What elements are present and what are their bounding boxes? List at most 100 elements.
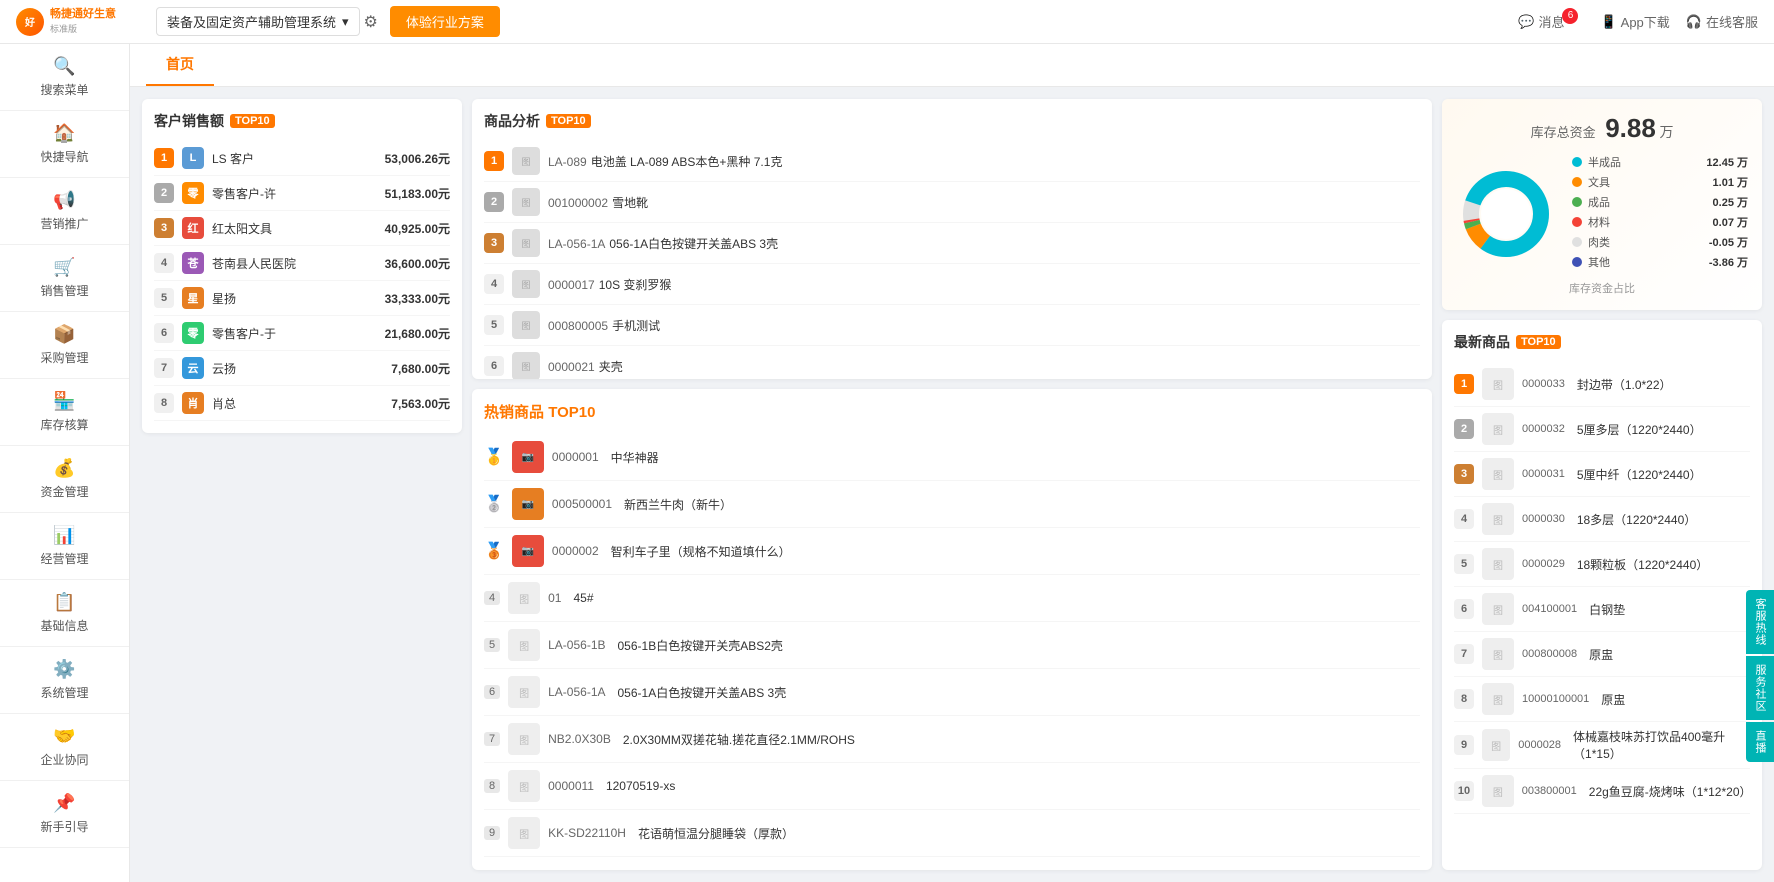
product-thumb: 图 [512, 352, 540, 379]
online-service-button[interactable]: 🎧 在线客服 [1686, 12, 1758, 31]
product-code: 0000011 [548, 779, 594, 793]
left-panel: 客户销售额 TOP10 1 L LS 客户 53,006.26元 2 零 零售客… [142, 99, 462, 870]
sidebar-label-finance: 资金管理 [40, 483, 88, 500]
product-name: 封边带（1.0*22） [1577, 376, 1672, 393]
customer-ranking-title: 客户销售额 TOP10 [154, 111, 450, 131]
product-placeholder: 图 [508, 582, 540, 614]
rank-number: 8 [1454, 689, 1474, 709]
legend-item: 半成品 12.45 万 [1572, 154, 1748, 170]
rank-number: 1 [1454, 374, 1474, 394]
product-name: 056-1B白色按键开关壳ABS2壳 [618, 637, 1421, 654]
product-name: 原盅 [1589, 646, 1613, 663]
sidebar-label-purchase: 采购管理 [40, 349, 88, 366]
chevron-down-icon: ▾ [342, 14, 349, 30]
legend-label: 成品 [1588, 194, 1707, 210]
sidebar-item-sales[interactable]: 🛒销售管理 [0, 245, 129, 312]
donut-row: 半成品 12.45 万 文具 1.01 万 成品 0.25 万 材料 0.07 … [1456, 154, 1748, 274]
message-badge: 6 [1562, 8, 1578, 24]
experience-button[interactable]: 体验行业方案 [390, 6, 500, 37]
top-right-area: 💬 消息 6 📱 App下载 🎧 在线客服 [1518, 12, 1758, 31]
customer-rank-item: 8 肖 肖总 7,563.00元 [154, 386, 450, 421]
sidebar-item-guide[interactable]: 📌新手引导 [0, 781, 129, 848]
sidebar-icon-base: 📋 [53, 592, 75, 613]
product-name: 2.0X30MM双搓花轴.搓花直径2.1MM/ROHS [623, 731, 1420, 748]
sidebar-item-nav[interactable]: 🏠 快捷导航 [0, 111, 129, 178]
product-code: 003800001 [1522, 785, 1577, 797]
product-name: 12070519-xs [606, 779, 1420, 793]
sidebar-icon-nav: 🏠 [53, 123, 75, 144]
product-code: 000800008 [1522, 648, 1577, 660]
rank-number: 7 [1454, 644, 1474, 664]
message-icon: 💬 [1518, 14, 1534, 30]
legend-item: 其他 -3.86 万 [1572, 254, 1748, 270]
settings-button[interactable]: ⚙ [360, 8, 382, 36]
product-info: 001000002雪地靴 [548, 194, 1420, 211]
inventory-sales-card: 商品分析 TOP10 1 图 LA-089电池盖 LA-089 ABS本色+黑种… [472, 99, 1432, 379]
messages-button[interactable]: 💬 消息 6 [1518, 12, 1584, 31]
legend-item: 文具 1.01 万 [1572, 174, 1748, 190]
tab-home[interactable]: 首页 [146, 44, 214, 86]
sidebar-item-marketing[interactable]: 📢营销推广 [0, 178, 129, 245]
customer-name: 红太阳文具 [212, 220, 377, 237]
rank-number: 9 [484, 826, 500, 840]
sidebar-item-search[interactable]: 🔍搜索菜单 [0, 44, 129, 111]
hot-products-card: 热销商品 TOP10 🥇 📷 0000001 中华神器 🥈 📷 00050000… [472, 389, 1432, 870]
sidebar-icon-finance: 💰 [53, 458, 75, 479]
customer-avatar: 肖 [182, 392, 204, 414]
system-selector[interactable]: 装备及固定资产辅助管理系统 ▾ [156, 7, 360, 36]
content-tabs: 首页 [130, 44, 1774, 87]
headset-icon: 🎧 [1686, 14, 1702, 30]
product-placeholder: 图 [1482, 503, 1514, 535]
hot-product-item: 7 图 NB2.0X30B 2.0X30MM双搓花轴.搓花直径2.1MM/ROH… [484, 716, 1420, 763]
product-code: 0000001 [552, 450, 599, 464]
logo-sub: 标准版 [50, 22, 116, 35]
rank-number: 2 [1454, 419, 1474, 439]
sidebar-label-nav: 快捷导航 [40, 148, 88, 165]
hot-products-title: 热销商品 TOP10 [484, 401, 1420, 422]
customer-rank-item: 5 星 星扬 33,333.00元 [154, 281, 450, 316]
float-btn-1[interactable]: 服务社区 [1746, 656, 1774, 720]
new-product-item: 1 图 0000033 封边带（1.0*22） [1454, 362, 1750, 407]
sidebar-label-sales: 销售管理 [40, 282, 88, 299]
product-name: 5厘多层（1220*2440） [1577, 421, 1702, 438]
message-label: 消息 [1538, 12, 1564, 31]
app-download-label: App下载 [1621, 12, 1670, 31]
legend-label: 材料 [1588, 214, 1707, 230]
product-placeholder: 图 [508, 723, 540, 755]
sidebar: 🔍搜索菜单 🏠 快捷导航 📢营销推广🛒销售管理📦采购管理🏪库存核算 💰 资金管理 📊经营管理… [0, 44, 130, 882]
rank-number: 2 [154, 183, 174, 203]
legend-dot [1572, 197, 1582, 207]
product-placeholder: 图 [1482, 413, 1514, 445]
sidebar-item-base[interactable]: 📋基础信息 [0, 580, 129, 647]
inventory-sales-item: 3 图 LA-056-1A056-1A白色按键开关盖ABS 3壳 [484, 223, 1420, 264]
product-name: 白钢垫 [1589, 601, 1625, 618]
product-code: 0000031 [1522, 468, 1565, 480]
float-btn-2[interactable]: 直播 [1746, 722, 1774, 762]
product-name: 体械嘉枝味苏打饮品400毫升（1*15） [1573, 728, 1750, 762]
app-download-button[interactable]: 📱 App下载 [1600, 12, 1669, 31]
customer-amount: 53,006.26元 [385, 150, 450, 167]
legend-dot [1572, 177, 1582, 187]
sidebar-item-finance[interactable]: 💰 资金管理 [0, 446, 129, 513]
legend-dot [1572, 237, 1582, 247]
sidebar-item-inventory[interactable]: 🏪库存核算 [0, 379, 129, 446]
product-thumb: 图 [512, 311, 540, 339]
sidebar-item-purchase[interactable]: 📦采购管理 [0, 312, 129, 379]
rank-number: 1 [484, 151, 504, 171]
customer-avatar: 零 [182, 322, 204, 344]
rank-number: 6 [484, 356, 504, 376]
customer-amount: 21,680.00元 [385, 325, 450, 342]
customer-rank-item: 6 零 零售客户-于 21,680.00元 [154, 316, 450, 351]
sidebar-item-ops[interactable]: 📊经营管理 [0, 513, 129, 580]
mid-panel: 商品分析 TOP10 1 图 LA-089电池盖 LA-089 ABS本色+黑种… [472, 99, 1432, 870]
rank-number: 7 [154, 358, 174, 378]
sidebar-item-system[interactable]: ⚙️系统管理 [0, 647, 129, 714]
rank-number: 6 [484, 685, 500, 699]
rank-number: 5 [1454, 554, 1474, 574]
customer-avatar: 苍 [182, 252, 204, 274]
new-products-card: 最新商品 TOP10 1 图 0000033 封边带（1.0*22） 2 图 0… [1442, 320, 1762, 870]
float-btn-0[interactable]: 客服热线 [1746, 590, 1774, 654]
inventory-sales-item: 6 图 0000021夹壳 [484, 346, 1420, 379]
product-code: 0000002 [552, 544, 599, 558]
sidebar-item-corp[interactable]: 🤝企业协同 [0, 714, 129, 781]
